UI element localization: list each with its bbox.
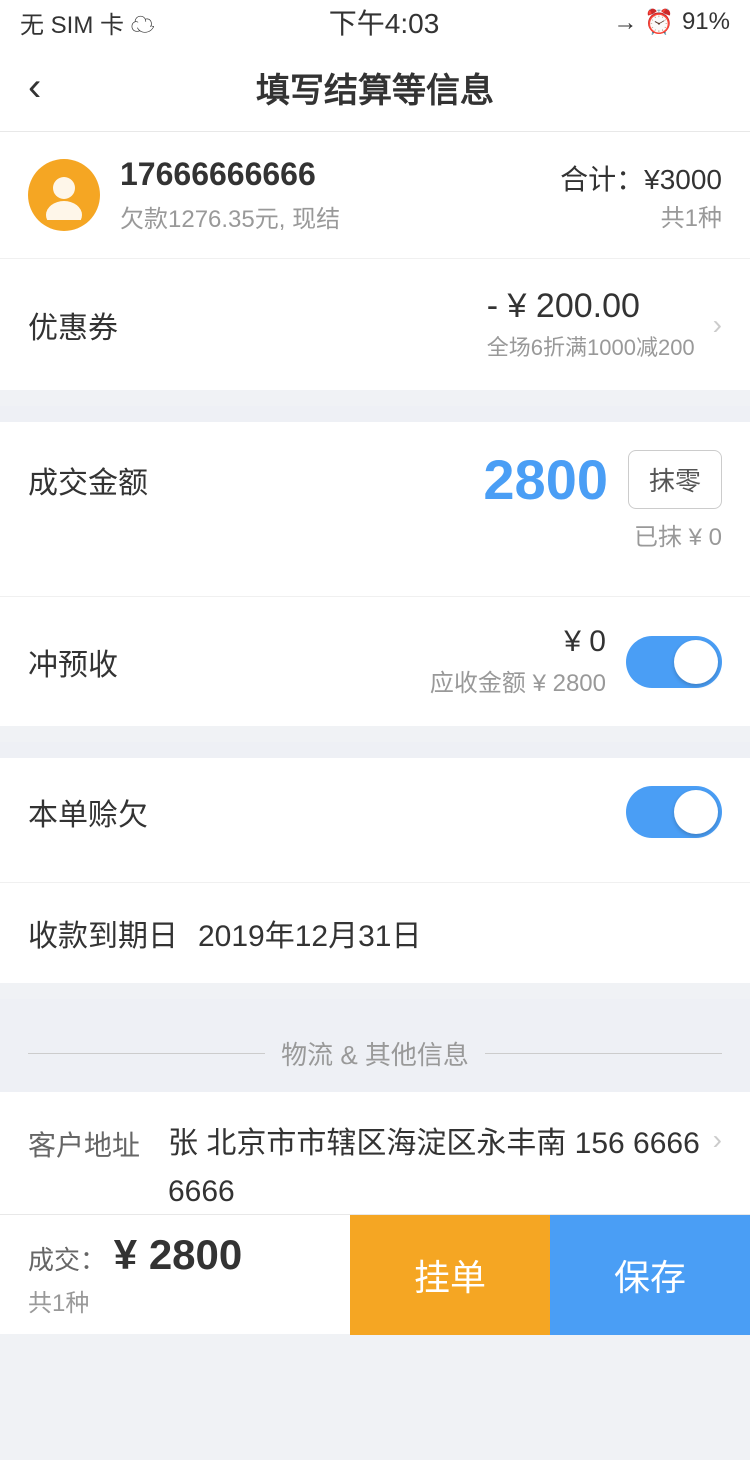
battery-icon: → ⏰ [613,8,674,37]
coupon-discount: - ¥ 200.00 [487,287,695,326]
deal-amount-row: 成交金额 2800 抹零 已抹 ¥ 0 [0,422,750,580]
separator-3 [0,999,750,1015]
duedate-value: 2019年12月31日 [198,911,421,955]
debt-label: 本单赊欠 [28,790,148,834]
customer-row: 17666666666 欠款1276.35元, 现结 合计：¥3000 共1种 [0,132,750,258]
customer-card: 17666666666 欠款1276.35元, 现结 合计：¥3000 共1种 … [0,132,750,390]
battery-percent: 91% [682,8,730,36]
bottom-amount: ¥ 2800 [114,1231,242,1278]
roundoff-button[interactable]: 抹零 [628,450,722,509]
prepay-row: 冲预收 ¥ 0 应收金额 ¥ 2800 [28,625,722,698]
duedate-section: 收款到期日 2019年12月31日 [0,882,750,983]
status-left: 无 SIM 卡 ☁ [20,5,155,40]
prepay-detail: ¥ 0 应收金额 ¥ 2800 [430,625,606,698]
page-title: 填写结算等信息 [256,63,494,112]
debt-toggle[interactable] [626,786,722,838]
back-button[interactable]: ‹ [28,65,41,110]
bottom-deal-label: 成交： [28,1245,106,1275]
deal-section: 成交金额 2800 抹零 已抹 ¥ 0 冲预收 ¥ 0 应收金额 ¥ 2800 [0,422,750,726]
coupon-detail: - ¥ 200.00 全场6折满1000减200 [487,287,695,362]
coupon-row[interactable]: 优惠券 - ¥ 200.00 全场6折满1000减200 › [0,258,750,390]
bottom-bar: 成交： ¥ 2800 共1种 挂单 保存 [0,1214,750,1334]
address-label: 客户地址 [28,1120,148,1164]
chevron-right-icon: › [713,309,722,341]
deal-right: 2800 抹零 [483,450,722,509]
prepay-label: 冲预收 [28,640,118,684]
total-count: 共1种 [560,198,722,233]
divider-line-right [485,1053,722,1054]
coupon-desc: 全场6折满1000减200 [487,330,695,362]
status-time: 下午4:03 [329,2,440,42]
divider-line-left [28,1053,265,1054]
prepay-sub: 应收金额 ¥ 2800 [430,663,606,698]
prepay-right: ¥ 0 应收金额 ¥ 2800 [430,625,722,698]
address-value: 张 北京市市辖区海淀区永丰南 156 6666 6666 [168,1120,703,1216]
coupon-right: - ¥ 200.00 全场6折满1000减200 › [487,287,722,362]
bottom-count: 共1种 [28,1283,322,1318]
customer-info: 17666666666 欠款1276.35元, 现结 [120,156,340,234]
prepay-amount: ¥ 0 [430,625,606,659]
nav-bar: ‹ 填写结算等信息 [0,44,750,132]
bottom-deal-row: 成交： ¥ 2800 [28,1231,322,1279]
bottom-summary: 成交： ¥ 2800 共1种 [0,1231,350,1318]
customer-left: 17666666666 欠款1276.35元, 现结 [28,156,340,234]
avatar [28,159,100,231]
sim-status: 无 SIM 卡 ☁ [20,5,155,40]
total-label: 合计：¥3000 [560,158,722,198]
separator-2 [0,742,750,758]
status-right: → ⏰ 91% [613,8,730,37]
customer-right: 合计：¥3000 共1种 [560,158,722,233]
prepay-section: 冲预收 ¥ 0 应收金额 ¥ 2800 [0,596,750,726]
logistics-divider: 物流 & 其他信息 [0,1015,750,1092]
debt-row: 本单赊欠 [0,758,750,866]
duedate-label: 收款到期日 [28,911,178,955]
prepay-toggle[interactable] [626,636,722,688]
debt-section: 本单赊欠 收款到期日 2019年12月31日 [0,758,750,983]
coupon-label: 优惠券 [28,303,118,347]
status-bar: 无 SIM 卡 ☁ 下午4:03 → ⏰ 91% [0,0,750,44]
customer-phone: 17666666666 [120,156,340,193]
separator-1 [0,406,750,422]
divider-text: 物流 & 其他信息 [281,1035,469,1072]
deal-sub: 已抹 ¥ 0 [28,517,722,552]
chevron-right-icon: › [713,1120,722,1156]
customer-debt: 欠款1276.35元, 现结 [120,199,340,234]
deal-amount: 2800 [483,452,608,508]
deal-label: 成交金额 [28,458,148,502]
save-button[interactable]: 保存 [550,1215,750,1335]
hang-order-button[interactable]: 挂单 [350,1215,550,1335]
